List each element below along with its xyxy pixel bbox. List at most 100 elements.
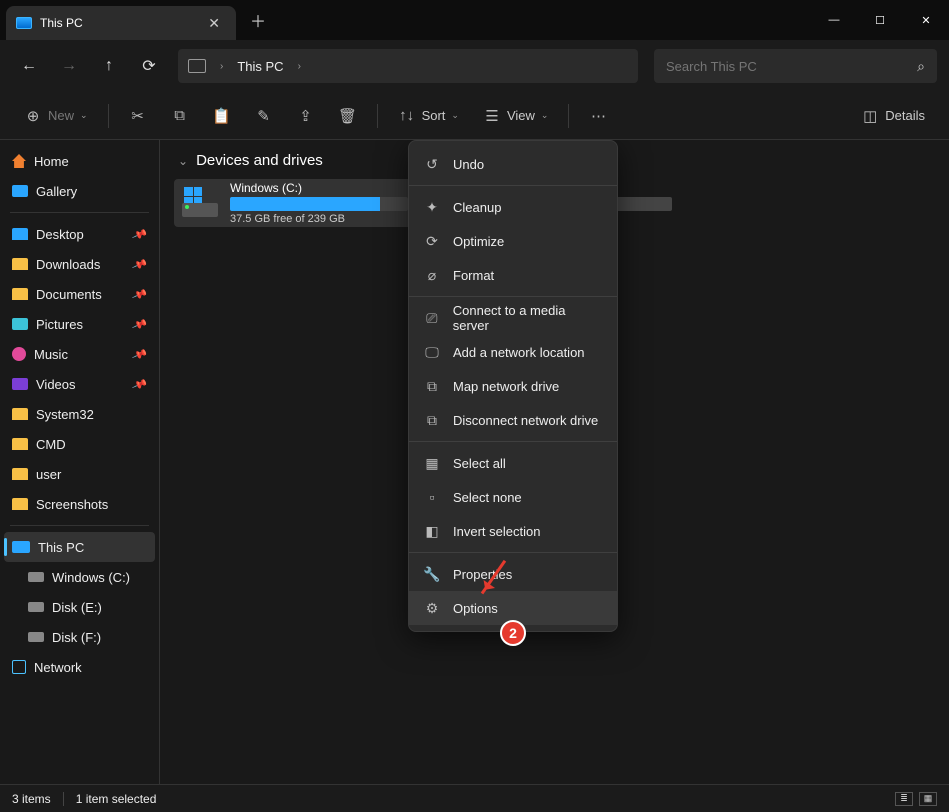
refresh-button[interactable]: ⟳ xyxy=(132,49,166,83)
new-tab-button[interactable]: ＋ xyxy=(236,8,280,32)
sidebar-item-network[interactable]: Network xyxy=(4,652,155,682)
menu-item-map network drive[interactable]: ⧉ Map network drive xyxy=(409,369,617,403)
menu-item-optimize[interactable]: ⟳ Optimize xyxy=(409,224,617,258)
annotation-badge-2: 2 xyxy=(500,620,526,646)
menu-item-icon: ⌀ xyxy=(423,267,441,284)
copy-icon: ⧉ xyxy=(171,107,189,125)
pc-icon xyxy=(12,541,30,553)
menu-item-select all[interactable]: ▦ Select all xyxy=(409,446,617,480)
titlebar: This PC ✕ ＋ ― ☐ ✕ xyxy=(0,0,949,40)
cut-button[interactable]: ✂ xyxy=(119,99,157,133)
home-icon xyxy=(12,154,26,168)
view-list-icon[interactable]: ≣ xyxy=(895,792,913,806)
search-icon[interactable]: ⌕ xyxy=(917,58,925,75)
context-menu: ↺ Undo ✦ Cleanup ⟳ Optimize ⌀ Format ⎚ C… xyxy=(408,140,618,632)
sidebar-item-downloads[interactable]: Downloads 📌 xyxy=(4,249,155,279)
navbar: ← → ↑ ⟳ › This PC › ⌕ xyxy=(0,40,949,92)
menu-separator xyxy=(409,185,617,186)
pin-icon: 📌 xyxy=(131,286,148,303)
paste-button[interactable]: 📋 xyxy=(203,99,241,133)
toolbar: ⊕ New ⌄ ✂ ⧉ 📋 ✎ ⇪ 🗑 ↑↓ Sort ⌄ ☰ View ⌄ ⋯… xyxy=(0,92,949,140)
sidebar-item-pictures[interactable]: Pictures 📌 xyxy=(4,309,155,339)
delete-button[interactable]: 🗑 xyxy=(329,99,367,133)
breadcrumb[interactable]: › This PC › xyxy=(178,49,638,83)
folder-icon xyxy=(12,318,28,330)
folder-icon xyxy=(12,438,28,450)
folder-icon xyxy=(12,498,28,510)
sidebar-item-home[interactable]: Home xyxy=(4,146,155,176)
folder-icon xyxy=(12,378,28,390)
menu-item-format[interactable]: ⌀ Format xyxy=(409,258,617,292)
drive-name: Windows (C:) xyxy=(230,181,408,195)
minimize-button[interactable]: ― xyxy=(811,0,857,40)
view-icon: ☰ xyxy=(483,107,501,125)
share-button[interactable]: ⇪ xyxy=(287,99,325,133)
view-grid-icon[interactable]: ▦ xyxy=(919,792,937,806)
back-button[interactable]: ← xyxy=(12,49,46,83)
sidebar-item-documents[interactable]: Documents 📌 xyxy=(4,279,155,309)
share-icon: ⇪ xyxy=(297,107,315,125)
menu-item-icon: ⚙ xyxy=(423,600,441,617)
status-items: 3 items xyxy=(12,792,51,806)
pin-icon: 📌 xyxy=(131,316,148,333)
menu-item-icon: ▫ xyxy=(423,489,441,505)
menu-item-label: Optimize xyxy=(453,234,504,249)
pin-icon: 📌 xyxy=(131,226,148,243)
sidebar-drive[interactable]: Disk (E:) xyxy=(4,592,155,622)
menu-item-cleanup[interactable]: ✦ Cleanup xyxy=(409,190,617,224)
menu-item-select none[interactable]: ▫ Select none xyxy=(409,480,617,514)
sort-icon: ↑↓ xyxy=(398,107,416,125)
up-button[interactable]: ↑ xyxy=(92,49,126,83)
search-input[interactable] xyxy=(666,59,917,74)
sidebar-item-system32[interactable]: System32 xyxy=(4,399,155,429)
sidebar-item-gallery[interactable]: Gallery xyxy=(4,176,155,206)
close-button[interactable]: ✕ xyxy=(903,0,949,40)
menu-item-connect to a media server[interactable]: ⎚ Connect to a media server xyxy=(409,301,617,335)
sidebar-drive[interactable]: Windows (C:) xyxy=(4,562,155,592)
breadcrumb-current: This PC xyxy=(237,59,283,74)
folder-icon xyxy=(12,258,28,270)
separator xyxy=(10,212,149,213)
rename-button[interactable]: ✎ xyxy=(245,99,283,133)
new-button[interactable]: ⊕ New ⌄ xyxy=(14,99,98,133)
separator xyxy=(10,525,149,526)
drive-item[interactable]: Windows (C:) 37.5 GB free of 239 GB xyxy=(174,179,414,227)
menu-item-label: Cleanup xyxy=(453,200,501,215)
network-icon xyxy=(12,660,26,674)
close-tab-icon[interactable]: ✕ xyxy=(202,15,226,32)
details-button[interactable]: ◫ Details xyxy=(851,99,935,133)
menu-item-properties[interactable]: 🔧 Properties xyxy=(409,557,617,591)
sidebar-item-cmd[interactable]: CMD xyxy=(4,429,155,459)
maximize-button[interactable]: ☐ xyxy=(857,0,903,40)
pc-icon xyxy=(188,59,206,73)
sidebar-drive[interactable]: Disk (F:) xyxy=(4,622,155,652)
chevron-right-icon: › xyxy=(220,61,223,72)
sidebar-item-user[interactable]: user xyxy=(4,459,155,489)
sidebar-item-screenshots[interactable]: Screenshots xyxy=(4,489,155,519)
menu-item-disconnect network drive[interactable]: ⧉ Disconnect network drive xyxy=(409,403,617,437)
sidebar-item-music[interactable]: Music 📌 xyxy=(4,339,155,369)
sidebar-item-thispc[interactable]: This PC xyxy=(4,532,155,562)
clipboard-icon: 📋 xyxy=(213,107,231,125)
menu-item-icon: ✦ xyxy=(423,199,441,216)
sort-button[interactable]: ↑↓ Sort ⌄ xyxy=(388,99,469,133)
menu-item-add a network location[interactable]: 🖵 Add a network location xyxy=(409,335,617,369)
search-box[interactable]: ⌕ xyxy=(654,49,937,83)
menu-separator xyxy=(409,441,617,442)
menu-item-label: Map network drive xyxy=(453,379,559,394)
sidebar-item-desktop[interactable]: Desktop 📌 xyxy=(4,219,155,249)
forward-button[interactable]: → xyxy=(52,49,86,83)
menu-item-label: Select none xyxy=(453,490,522,505)
view-button[interactable]: ☰ View ⌄ xyxy=(473,99,559,133)
menu-item-undo[interactable]: ↺ Undo xyxy=(409,147,617,181)
menu-item-icon: ⧉ xyxy=(423,378,441,395)
more-button[interactable]: ⋯ xyxy=(579,99,617,133)
copy-button[interactable]: ⧉ xyxy=(161,99,199,133)
menu-item-invert selection[interactable]: ◧ Invert selection xyxy=(409,514,617,548)
folder-icon xyxy=(12,408,28,420)
sidebar-item-videos[interactable]: Videos 📌 xyxy=(4,369,155,399)
trash-icon: 🗑 xyxy=(339,107,357,125)
menu-item-label: Format xyxy=(453,268,494,283)
folder-icon xyxy=(12,228,28,240)
tab-this-pc[interactable]: This PC ✕ xyxy=(6,6,236,40)
